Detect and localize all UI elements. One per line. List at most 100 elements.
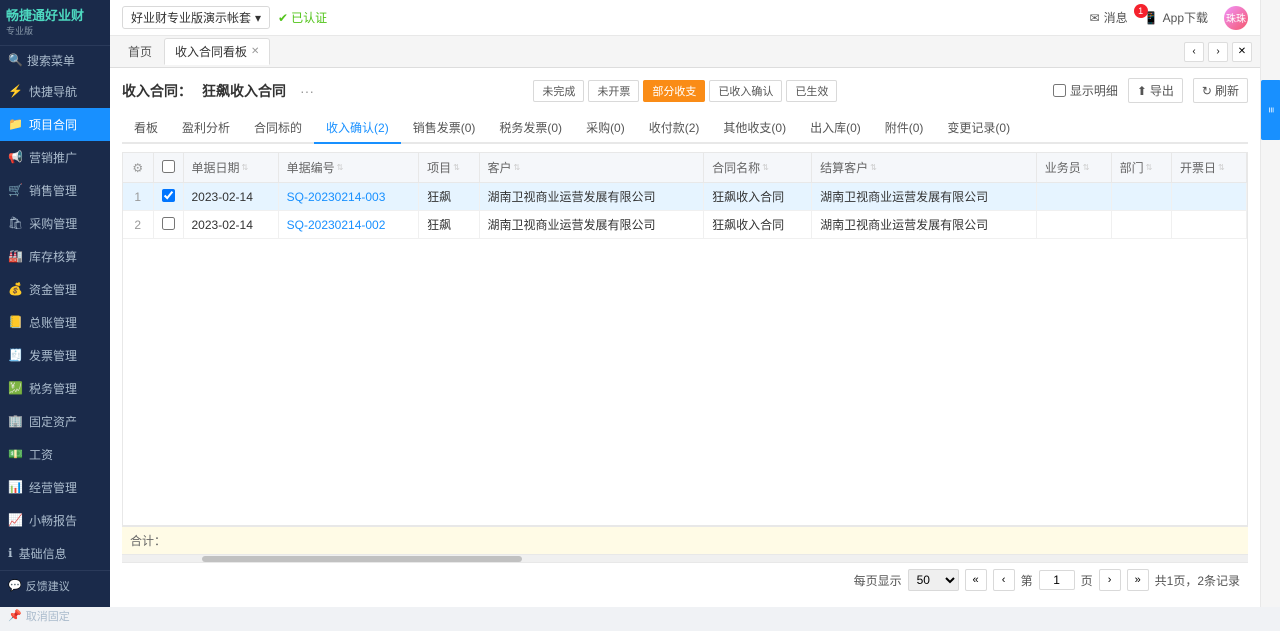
sub-tab-kanban[interactable]: 看板 bbox=[122, 113, 170, 144]
tab-income-contract[interactable]: 收入合同看板 ✕ bbox=[164, 38, 270, 65]
sidebar-label-ledger: 总账管理 bbox=[29, 314, 77, 331]
sub-tab-tax-invoice[interactable]: 税务发票(0) bbox=[487, 113, 574, 144]
right-panel-icon[interactable]: ≡ bbox=[1261, 80, 1280, 140]
sidebar-item-invoice[interactable]: 🧾 发票管理 bbox=[0, 339, 110, 372]
row-code-link-2[interactable]: SQ-20230214-002 bbox=[287, 218, 386, 232]
display-detail-option[interactable]: 显示明细 bbox=[1053, 82, 1118, 99]
horizontal-scrollbar[interactable] bbox=[122, 554, 1248, 562]
export-label: 导出 bbox=[1150, 82, 1174, 99]
avatar-initials: 珠珠 bbox=[1226, 10, 1246, 25]
settle-customer-sort-icon[interactable]: ⇅ bbox=[870, 163, 877, 172]
refresh-button[interactable]: ↻ 刷新 bbox=[1193, 78, 1248, 103]
sub-tab-inout-warehouse[interactable]: 出入库(0) bbox=[798, 113, 873, 144]
sidebar-item-unpin[interactable]: 📌 取消固定 bbox=[0, 601, 110, 631]
status-no-invoice[interactable]: 未开票 bbox=[588, 80, 639, 102]
export-button[interactable]: ⬆ 导出 bbox=[1128, 78, 1183, 103]
cart-icon: 🛒 bbox=[8, 183, 23, 197]
sidebar-item-manage[interactable]: 📊 经营管理 bbox=[0, 471, 110, 504]
sidebar-item-finance[interactable]: 💰 资金管理 bbox=[0, 273, 110, 306]
per-page-select[interactable]: 50 20 100 bbox=[908, 569, 959, 591]
search-icon: 🔍 bbox=[8, 53, 23, 67]
tab-prev-button[interactable]: ‹ bbox=[1184, 42, 1204, 62]
tab-close-all-button[interactable]: ✕ bbox=[1232, 42, 1252, 62]
row-contract-name-1: 狂飙收入合同 bbox=[704, 183, 812, 211]
display-detail-checkbox[interactable] bbox=[1053, 84, 1066, 97]
sidebar-item-feedback[interactable]: 💬 反馈建议 bbox=[0, 571, 110, 601]
status-incomplete[interactable]: 未完成 bbox=[533, 80, 584, 102]
sidebar-search[interactable]: 🔍 搜索菜单 bbox=[0, 46, 110, 75]
sidebar-label-marketing: 营销推广 bbox=[29, 149, 77, 166]
col-date: 单据日期 ⇅ bbox=[183, 153, 278, 183]
table-row[interactable]: 2 2023-02-14 SQ-20230214-002 狂飙 湖南卫视商业运营… bbox=[123, 211, 1247, 239]
topbar: 好业财专业版演示帐套 ▾ ✔ 已认证 ✉ 1 消息 📱 App下载 bbox=[110, 0, 1260, 36]
row-num-1: 1 bbox=[123, 183, 153, 211]
sidebar-item-sales[interactable]: 🛒 销售管理 bbox=[0, 174, 110, 207]
export-icon: ⬆ bbox=[1137, 84, 1147, 98]
sidebar-item-ledger[interactable]: 📒 总账管理 bbox=[0, 306, 110, 339]
sub-tab-sales-invoice[interactable]: 销售发票(0) bbox=[401, 113, 488, 144]
sub-tab-income-confirm[interactable]: 收入确认(2) bbox=[314, 113, 401, 144]
last-page-button[interactable]: » bbox=[1127, 569, 1149, 591]
certified-badge: ✔ 已认证 bbox=[278, 9, 327, 26]
row-salesperson-2 bbox=[1036, 211, 1111, 239]
report-icon: 📈 bbox=[8, 513, 23, 527]
message-button[interactable]: ✉ 1 消息 bbox=[1090, 9, 1128, 26]
tab-home[interactable]: 首页 bbox=[118, 39, 162, 64]
sidebar-item-tax[interactable]: 💹 税务管理 bbox=[0, 372, 110, 405]
sub-tab-change-log[interactable]: 变更记录(0) bbox=[935, 113, 1022, 144]
sidebar-label-manage: 经营管理 bbox=[29, 479, 77, 496]
customer-sort-icon[interactable]: ⇅ bbox=[514, 163, 521, 172]
code-sort-icon[interactable]: ⇅ bbox=[337, 163, 344, 172]
status-effective[interactable]: 已生效 bbox=[786, 80, 837, 102]
sub-tab-contract-item[interactable]: 合同标的 bbox=[242, 113, 314, 144]
salesperson-sort-icon[interactable]: ⇅ bbox=[1083, 163, 1090, 172]
sidebar-item-purchase[interactable]: 🛍 采购管理 bbox=[0, 207, 110, 240]
date-sort-icon[interactable]: ⇅ bbox=[242, 163, 249, 172]
user-profile[interactable]: 珠珠 bbox=[1224, 6, 1248, 30]
row-code-link-1[interactable]: SQ-20230214-003 bbox=[287, 190, 386, 204]
sidebar-item-quick-nav[interactable]: ⚡ 快捷导航 bbox=[0, 75, 110, 108]
dept-sort-icon[interactable]: ⇅ bbox=[1146, 163, 1153, 172]
row-select-1[interactable] bbox=[162, 189, 175, 202]
status-confirmed[interactable]: 已收入确认 bbox=[709, 80, 782, 102]
row-date-2: 2023-02-14 bbox=[183, 211, 278, 239]
contract-name-sort-icon[interactable]: ⇅ bbox=[762, 163, 769, 172]
sidebar-label-base-info: 基础信息 bbox=[19, 545, 67, 562]
project-sort-icon[interactable]: ⇅ bbox=[453, 163, 460, 172]
panel-toggle-icon: ≡ bbox=[1265, 107, 1276, 113]
col-salesperson: 业务员 ⇅ bbox=[1036, 153, 1111, 183]
status-partial-payment[interactable]: 部分收支 bbox=[643, 80, 705, 102]
tab-close-button[interactable]: ✕ bbox=[251, 46, 259, 57]
settings-icon[interactable]: ⚙ bbox=[132, 161, 143, 175]
sidebar-item-base-info[interactable]: ℹ 基础信息 bbox=[0, 537, 110, 570]
sidebar-item-inventory[interactable]: 🏭 库存核算 bbox=[0, 240, 110, 273]
row-customer-1: 湖南卫视商业运营发展有限公司 bbox=[479, 183, 704, 211]
sidebar-item-report[interactable]: 📈 小畅报告 bbox=[0, 504, 110, 537]
sidebar-item-project-contract[interactable]: 📁 项目合同 bbox=[0, 108, 110, 141]
prev-page-button[interactable]: ‹ bbox=[993, 569, 1015, 591]
sub-tab-attachment[interactable]: 附件(0) bbox=[873, 113, 936, 144]
sub-tab-purchase[interactable]: 采购(0) bbox=[574, 113, 637, 144]
scrollbar-thumb[interactable] bbox=[202, 556, 522, 562]
select-all-checkbox[interactable] bbox=[162, 160, 175, 173]
row-select-2[interactable] bbox=[162, 217, 175, 230]
table-row[interactable]: 1 2023-02-14 SQ-20230214-003 狂飙 湖南卫视商业运营… bbox=[123, 183, 1247, 211]
invoice-date-sort-icon[interactable]: ⇅ bbox=[1218, 163, 1225, 172]
sub-tab-other-income[interactable]: 其他收支(0) bbox=[711, 113, 798, 144]
next-page-button[interactable]: › bbox=[1099, 569, 1121, 591]
company-selector[interactable]: 好业财专业版演示帐套 ▾ bbox=[122, 6, 270, 29]
sidebar-item-marketing[interactable]: 📢 营销推广 bbox=[0, 141, 110, 174]
sub-tab-profit[interactable]: 盈利分析 bbox=[170, 113, 242, 144]
certified-text: 已认证 bbox=[291, 9, 327, 26]
row-department-1 bbox=[1111, 183, 1171, 211]
more-options-button[interactable]: ··· bbox=[296, 83, 318, 99]
display-detail-label: 显示明细 bbox=[1070, 82, 1118, 99]
app-download-button[interactable]: 📱 App下载 bbox=[1144, 9, 1208, 26]
sub-tab-payment[interactable]: 收付款(2) bbox=[637, 113, 712, 144]
first-page-button[interactable]: « bbox=[965, 569, 987, 591]
tab-next-button[interactable]: › bbox=[1208, 42, 1228, 62]
salary-icon: 💵 bbox=[8, 447, 23, 461]
page-number-input[interactable] bbox=[1039, 570, 1075, 590]
sidebar-item-asset[interactable]: 🏢 固定资产 bbox=[0, 405, 110, 438]
sidebar-item-salary[interactable]: 💵 工资 bbox=[0, 438, 110, 471]
